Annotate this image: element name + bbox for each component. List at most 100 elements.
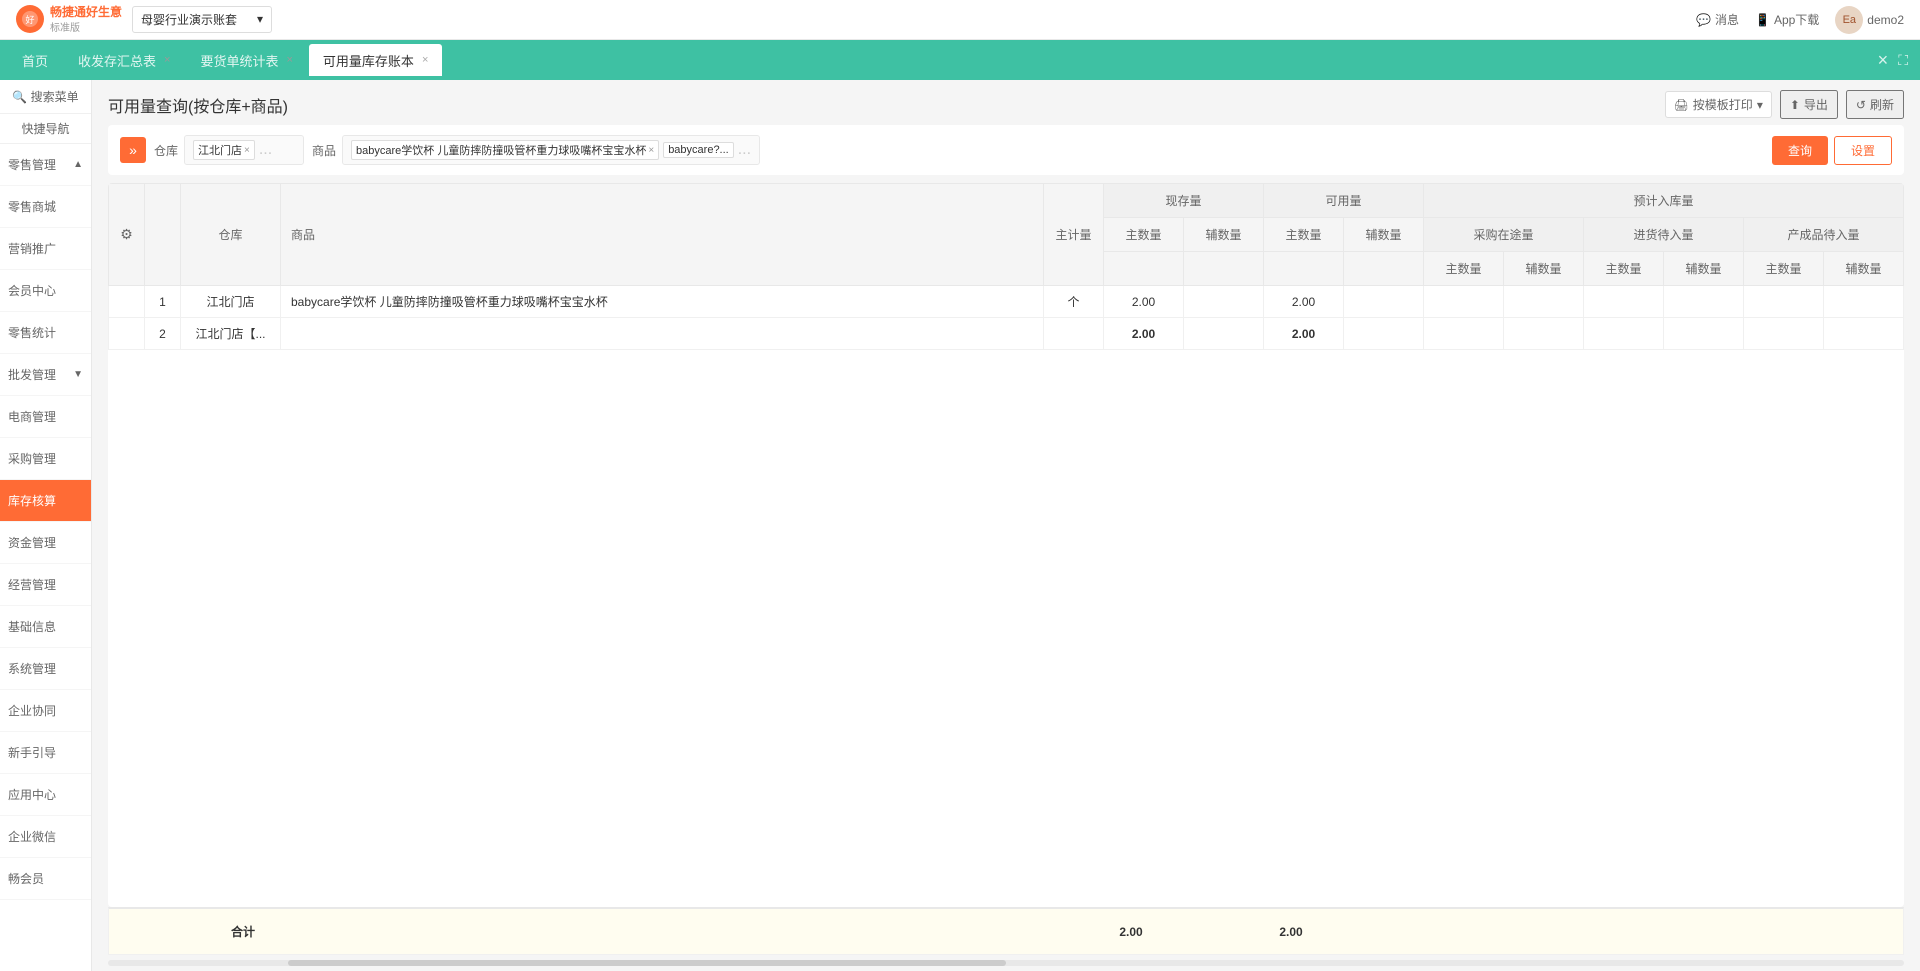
query-button[interactable]: 查询	[1772, 136, 1828, 165]
sidebar-item-retail-stats[interactable]: 零售统计	[0, 312, 91, 354]
refresh-button[interactable]: ↺ 刷新	[1846, 90, 1904, 119]
row1-setting	[109, 286, 145, 318]
sidebar-item-system-mgmt[interactable]: 系统管理	[0, 648, 91, 690]
tab-stock-summary-close[interactable]: ×	[164, 54, 170, 66]
refresh-label: 刷新	[1870, 96, 1894, 113]
sidebar-item-business-mgmt[interactable]: 经营管理	[0, 564, 91, 606]
row1-pur-main	[1424, 286, 1504, 318]
message-button[interactable]: 💬 消息	[1696, 11, 1739, 28]
top-bar-right: 💬 消息 📱 App下载 Ea demo2	[1696, 6, 1904, 34]
export-label: 导出	[1804, 96, 1828, 113]
sidebar-item-ecommerce[interactable]: 电商管理	[0, 396, 91, 438]
logo-icon: 好	[16, 5, 44, 33]
gear-icon[interactable]: ⚙	[120, 226, 133, 242]
sidebar-item-enterprise[interactable]: 企业协同	[0, 690, 91, 732]
footer-stock-main: 2.00	[1091, 925, 1171, 939]
sidebar-item-member[interactable]: 畅会员	[0, 858, 91, 900]
tab-stock-summary[interactable]: 收发存汇总表 ×	[64, 44, 184, 76]
product-filter-input[interactable]: babycare学饮杯 儿童防摔防撞吸管杯重力球吸嘴杯宝宝水杯 × babyca…	[342, 135, 760, 165]
row2-avail-main: 2.00	[1264, 318, 1344, 350]
product-tag-1-value: babycare学饮杯 儿童防摔防撞吸管杯重力球吸嘴杯宝宝水杯	[356, 142, 646, 158]
sidebar-item-finance-label: 资金管理	[8, 534, 56, 551]
table-row: 1 江北门店 babycare学饮杯 儿童防摔防撞吸管杯重力球吸嘴杯宝宝水杯 个…	[109, 286, 1904, 318]
row1-no: 1	[145, 286, 181, 318]
close-all-tabs[interactable]: ×	[1874, 46, 1893, 75]
warehouse-tag-remove[interactable]: ×	[244, 145, 250, 156]
logo-area: 好 畅捷通好生意 标准版	[16, 5, 122, 34]
sidebar-quick-nav[interactable]: 快捷导航	[0, 114, 91, 144]
tab-available-stock[interactable]: 可用量库存账本 ×	[309, 44, 442, 76]
settings-button[interactable]: 设置	[1834, 136, 1892, 165]
sidebar-item-retail-mgmt[interactable]: 零售管理 ▲	[0, 144, 91, 186]
sidebar-item-wechat[interactable]: 企业微信	[0, 816, 91, 858]
tab-available-stock-close[interactable]: ×	[422, 54, 428, 66]
page-title: 可用量查询(按仓库+商品)	[108, 93, 288, 117]
sidebar-item-wholesale-mgmt[interactable]: 批发管理 ▼	[0, 354, 91, 396]
sidebar-item-finance[interactable]: 资金管理	[0, 522, 91, 564]
th-prod-aux: 辅数量	[1824, 252, 1904, 286]
template-print-button[interactable]: 🖨 按模板打印 ▾	[1665, 91, 1772, 118]
th-avail-aux: 辅数量	[1344, 218, 1424, 252]
sidebar-item-basic-info[interactable]: 基础信息	[0, 606, 91, 648]
scroll-thumb[interactable]	[288, 960, 1006, 966]
th-s-aux	[1184, 252, 1264, 286]
expand-icon[interactable]: ⛶	[1894, 48, 1912, 73]
tab-home[interactable]: 首页	[8, 44, 62, 76]
th-s-main	[1104, 252, 1184, 286]
row2-stock-aux	[1184, 318, 1264, 350]
main-layout: 🔍 搜索菜单 快捷导航 零售管理 ▲ 零售商城 营销推广 会员中心 零售统计 批…	[0, 80, 1920, 971]
app-download-button[interactable]: 📱 App下载	[1755, 11, 1819, 28]
sidebar-item-marketing[interactable]: 营销推广	[0, 228, 91, 270]
row2-stock-main: 2.00	[1104, 318, 1184, 350]
top-bar-left: 好 畅捷通好生意 标准版 母婴行业演示账套 ▾	[16, 5, 272, 34]
row1-in-aux	[1664, 286, 1744, 318]
user-profile[interactable]: Ea demo2	[1835, 6, 1904, 34]
sidebar-item-retail-mall[interactable]: 零售商城	[0, 186, 91, 228]
page-actions: 🖨 按模板打印 ▾ ⬆ 导出 ↺ 刷新	[1665, 90, 1904, 119]
industry-selector[interactable]: 母婴行业演示账套 ▾	[132, 6, 272, 33]
th-a-aux	[1344, 252, 1424, 286]
row1-stock-aux	[1184, 286, 1264, 318]
horizontal-scrollbar[interactable]	[92, 955, 1920, 971]
product-tag-2-value: babycare?...	[668, 144, 729, 156]
sidebar-item-system-mgmt-label: 系统管理	[8, 660, 56, 677]
row1-warehouse: 江北门店	[181, 286, 281, 318]
th-in-main: 主数量	[1584, 252, 1664, 286]
sidebar-item-retail-mall-label: 零售商城	[8, 198, 56, 215]
industry-label: 母婴行业演示账套	[141, 11, 237, 28]
export-button[interactable]: ⬆ 导出	[1780, 90, 1838, 119]
logo-text-group: 畅捷通好生意 标准版	[50, 5, 122, 34]
row1-unit: 个	[1044, 286, 1104, 318]
user-name: demo2	[1867, 13, 1904, 27]
top-bar: 好 畅捷通好生意 标准版 母婴行业演示账套 ▾ 💬 消息 📱 App下载 Ea …	[0, 0, 1920, 40]
th-a-main	[1264, 252, 1344, 286]
filter-area: » 仓库 江北门店 × ... 商品 babycare学饮杯 儿童防摔防撞吸管杯…	[108, 125, 1904, 175]
sidebar-item-app-center[interactable]: 应用中心	[0, 774, 91, 816]
sidebar-item-inventory[interactable]: 库存核算	[0, 480, 91, 522]
th-available-group: 可用量	[1264, 184, 1424, 218]
warehouse-tag-value: 江北门店	[198, 142, 242, 158]
product-filter-label: 商品	[312, 142, 336, 159]
th-pur-main: 主数量	[1424, 252, 1504, 286]
logo-text: 畅捷通好生意	[50, 5, 122, 19]
nav-tabs: 首页 收发存汇总表 × 要货单统计表 × 可用量库存账本 × × ⛶	[0, 40, 1920, 80]
sidebar-search[interactable]: 🔍 搜索菜单	[0, 80, 91, 114]
sidebar-item-newbie[interactable]: 新手引导	[0, 732, 91, 774]
th-stock-main: 主数量	[1104, 218, 1184, 252]
warehouse-filter-input[interactable]: 江北门店 × ...	[184, 135, 304, 165]
message-icon: 💬	[1696, 13, 1711, 27]
chevron-down-icon: ▾	[257, 12, 263, 26]
sidebar-item-purchase[interactable]: 采购管理	[0, 438, 91, 480]
tab-order-stats-label: 要货单统计表	[200, 51, 278, 70]
row1-product: babycare学饮杯 儿童防摔防撞吸管杯重力球吸嘴杯宝宝水杯	[281, 286, 1044, 318]
sidebar-item-member-center-label: 会员中心	[8, 282, 56, 299]
th-production-subgroup: 产成品待入量	[1744, 218, 1904, 252]
tab-order-stats[interactable]: 要货单统计表 ×	[186, 44, 306, 76]
product-tag-1: babycare学饮杯 儿童防摔防撞吸管杯重力球吸嘴杯宝宝水杯 ×	[351, 140, 659, 160]
tab-order-stats-close[interactable]: ×	[286, 54, 292, 66]
filter-toggle-button[interactable]: »	[120, 137, 146, 163]
row2-in-aux	[1664, 318, 1744, 350]
product-tag-1-remove[interactable]: ×	[648, 145, 654, 156]
sidebar-item-member-center[interactable]: 会员中心	[0, 270, 91, 312]
sidebar-item-ecommerce-label: 电商管理	[8, 408, 56, 425]
